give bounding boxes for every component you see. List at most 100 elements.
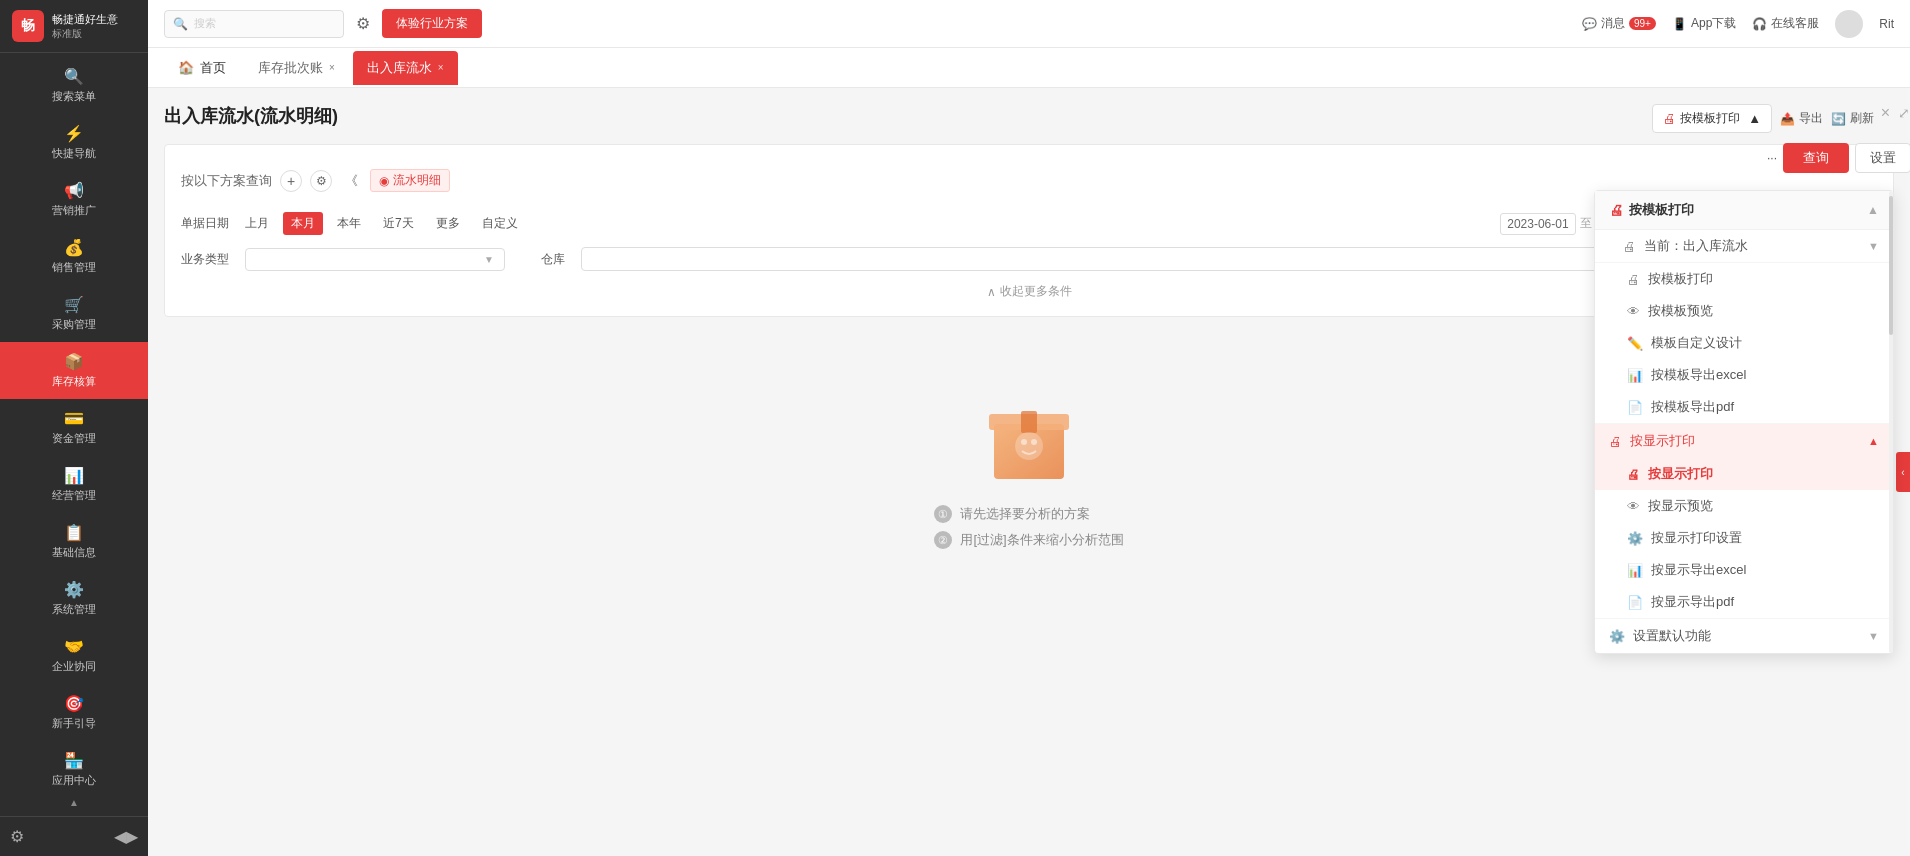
search-settings-btn[interactable]: ⚙ <box>310 170 332 192</box>
dp-section-display: 🖨 按显示打印 ▲ 🖨 按显示打印 👁 按显示预览 ⚙️ 按显示打印设置 <box>1595 424 1893 619</box>
sidebar-item-apps[interactable]: 🏪 应用中心 <box>0 741 148 788</box>
topbar-gear-icon[interactable]: ⚙ <box>356 14 370 33</box>
more-actions-btn[interactable]: ··· <box>1767 143 1777 173</box>
sidebar-item-purchase[interactable]: 🛒 采购管理 <box>0 285 148 342</box>
home-icon: 🏠 <box>178 60 194 75</box>
search-collapse-btn[interactable]: 《 <box>340 170 362 192</box>
scroll-up-btn[interactable]: ▲ <box>64 792 84 812</box>
sidebar-item-marketing[interactable]: 📢 营销推广 <box>0 171 148 228</box>
industry-btn[interactable]: 体验行业方案 <box>382 9 482 38</box>
message-badge: 99+ <box>1629 17 1656 30</box>
dp-footer-icon: ⚙️ <box>1609 629 1625 644</box>
sidebar-item-collab[interactable]: 🤝 企业协同 <box>0 627 148 684</box>
dp-display-section-icon: 🖨 <box>1609 434 1622 449</box>
date-this-year-btn[interactable]: 本年 <box>329 212 369 235</box>
date-separator: 至 <box>1580 215 1592 232</box>
operations-icon: 📊 <box>64 466 84 485</box>
filter-tag[interactable]: ◉ 流水明细 <box>370 169 450 192</box>
apps-icon: 🏪 <box>64 751 84 770</box>
add-condition-btn[interactable]: + <box>280 170 302 192</box>
sales-icon: 💰 <box>64 238 84 257</box>
dp-template-excel-btn[interactable]: 📊 按模板导出excel <box>1595 359 1893 391</box>
dp-template-custom-icon: ✏️ <box>1627 336 1643 351</box>
tip-num-1: ① <box>934 505 952 523</box>
dp-display-settings-btn[interactable]: ⚙️ 按显示打印设置 <box>1595 522 1893 554</box>
dp-display-preview-btn[interactable]: 👁 按显示预览 <box>1595 490 1893 522</box>
topbar: 🔍 搜索 ⚙ 体验行业方案 💬 消息 99+ 📱 App下载 🎧 在线客服 Ri… <box>148 0 1910 48</box>
collapse-more-btn[interactable]: ∧ 收起更多条件 <box>987 283 1072 300</box>
dp-template-pdf-btn[interactable]: 📄 按模板导出pdf <box>1595 391 1893 423</box>
app-download-btn[interactable]: 📱 App下载 <box>1672 15 1736 32</box>
dp-template-print-btn[interactable]: 🖨 按模板打印 <box>1595 263 1893 295</box>
dp-current-item[interactable]: 🖨 当前：出入库流水 ▼ <box>1595 230 1893 263</box>
sidebar-item-system[interactable]: ⚙️ 系统管理 <box>0 570 148 627</box>
sidebar-item-guide[interactable]: 🎯 新手引导 <box>0 684 148 741</box>
dp-footer-arrow: ▼ <box>1868 630 1879 642</box>
date-custom-btn[interactable]: 自定义 <box>474 212 526 235</box>
basic-icon: 📋 <box>64 523 84 542</box>
dp-footer[interactable]: ⚙️ 设置默认功能 ▼ <box>1595 619 1893 653</box>
dropdown-panel: 🖨 按模板打印 ▲ 🖨 当前：出入库流水 ▼ 🖨 按模板打印 <box>1594 190 1894 654</box>
collapse-sidebar-icon[interactable]: ◀▶ <box>114 827 138 846</box>
dp-current-arrow: ▼ <box>1868 240 1879 252</box>
svg-point-3 <box>1015 432 1043 460</box>
online-service-btn[interactable]: 🎧 在线客服 <box>1752 15 1819 32</box>
dp-section-display-header[interactable]: 🖨 按显示打印 ▲ <box>1595 424 1893 458</box>
guide-icon: 🎯 <box>64 694 84 713</box>
dp-display-print-btn[interactable]: 🖨 按显示打印 <box>1595 458 1893 490</box>
close-flow-tab-icon[interactable]: × <box>438 62 444 73</box>
dp-template-preview-btn[interactable]: 👁 按模板预览 <box>1595 295 1893 327</box>
filter-tag-icon: ◉ <box>379 174 389 188</box>
date-from-input[interactable]: 2023-06-01 <box>1500 213 1575 235</box>
tip-num-2: ② <box>934 531 952 549</box>
topbar-search-box[interactable]: 🔍 搜索 <box>164 10 344 38</box>
dp-display-excel-btn[interactable]: 📊 按显示导出excel <box>1595 554 1893 586</box>
refresh-btn[interactable]: 🔄 刷新 <box>1831 110 1874 127</box>
date-more-btn[interactable]: 更多 <box>428 212 468 235</box>
dp-display-section-arrow: ▲ <box>1868 435 1879 447</box>
window-close-icon[interactable]: × <box>1881 104 1890 122</box>
query-btn[interactable]: 查询 <box>1783 143 1849 173</box>
refresh-icon: 🔄 <box>1831 112 1846 126</box>
date-prev-month-btn[interactable]: 上月 <box>237 212 277 235</box>
sidebar-item-operations[interactable]: 📊 经营管理 <box>0 456 148 513</box>
message-btn[interactable]: 💬 消息 99+ <box>1582 15 1656 32</box>
tab-home[interactable]: 🏠 首页 <box>164 51 240 85</box>
sidebar-item-basic[interactable]: 📋 基础信息 <box>0 513 148 570</box>
settings-footer-icon[interactable]: ⚙ <box>10 827 24 846</box>
sidebar-item-sales[interactable]: 💰 销售管理 <box>0 228 148 285</box>
right-edge-panel[interactable]: ‹ <box>1896 452 1910 492</box>
settings-btn[interactable]: 设置 <box>1855 143 1910 173</box>
svg-rect-2 <box>1021 411 1037 433</box>
sidebar-item-finance[interactable]: 💳 资金管理 <box>0 399 148 456</box>
window-expand-icon[interactable]: ⤢ <box>1898 105 1910 121</box>
search-label: 按以下方案查询 <box>181 172 272 190</box>
export-btn[interactable]: 📤 导出 <box>1780 110 1823 127</box>
dp-scrollbar-thumb <box>1889 196 1893 335</box>
tab-flow[interactable]: 出入库流水 × <box>353 51 458 85</box>
tip-2: ② 用[过滤]条件来缩小分析范围 <box>934 531 1123 549</box>
date-this-month-btn[interactable]: 本月 <box>283 212 323 235</box>
dp-template-custom-btn[interactable]: ✏️ 模板自定义设计 <box>1595 327 1893 359</box>
sidebar-scroll-area: ▲ <box>0 788 148 816</box>
dp-display-pdf-btn[interactable]: 📄 按显示导出pdf <box>1595 586 1893 618</box>
search-icon: 🔍 <box>173 17 188 31</box>
print-template-btn[interactable]: 🖨 按模板打印 ▲ <box>1652 104 1772 133</box>
user-avatar[interactable] <box>1835 10 1863 38</box>
dp-display-preview-icon: 👁 <box>1627 499 1640 514</box>
window-controls: × ⤢ <box>1881 104 1910 122</box>
dp-collapse-icon[interactable]: ▲ <box>1867 203 1879 217</box>
chevron-up-icon: ∧ <box>987 285 996 299</box>
sidebar-item-search[interactable]: 🔍 搜索菜单 <box>0 57 148 114</box>
page-content: 出入库流水(流水明细) 🖨 按模板打印 ▲ 📤 导出 🔄 刷新 ··· <box>148 88 1910 856</box>
date-7days-btn[interactable]: 近7天 <box>375 212 422 235</box>
tip-1: ① 请先选择要分析的方案 <box>934 505 1123 523</box>
sidebar-item-quicknav[interactable]: ⚡ 快捷导航 <box>0 114 148 171</box>
sidebar-item-inventory[interactable]: 📦 库存核算 <box>0 342 148 399</box>
close-batch-tab-icon[interactable]: × <box>329 62 335 73</box>
collab-icon: 🤝 <box>64 637 84 656</box>
logo-icon: 畅 <box>12 10 44 42</box>
tab-batch[interactable]: 库存批次账 × <box>244 51 349 85</box>
tab-bar: 🏠 首页 库存批次账 × 出入库流水 × <box>148 48 1910 88</box>
biz-type-select[interactable]: ▼ <box>245 248 505 271</box>
